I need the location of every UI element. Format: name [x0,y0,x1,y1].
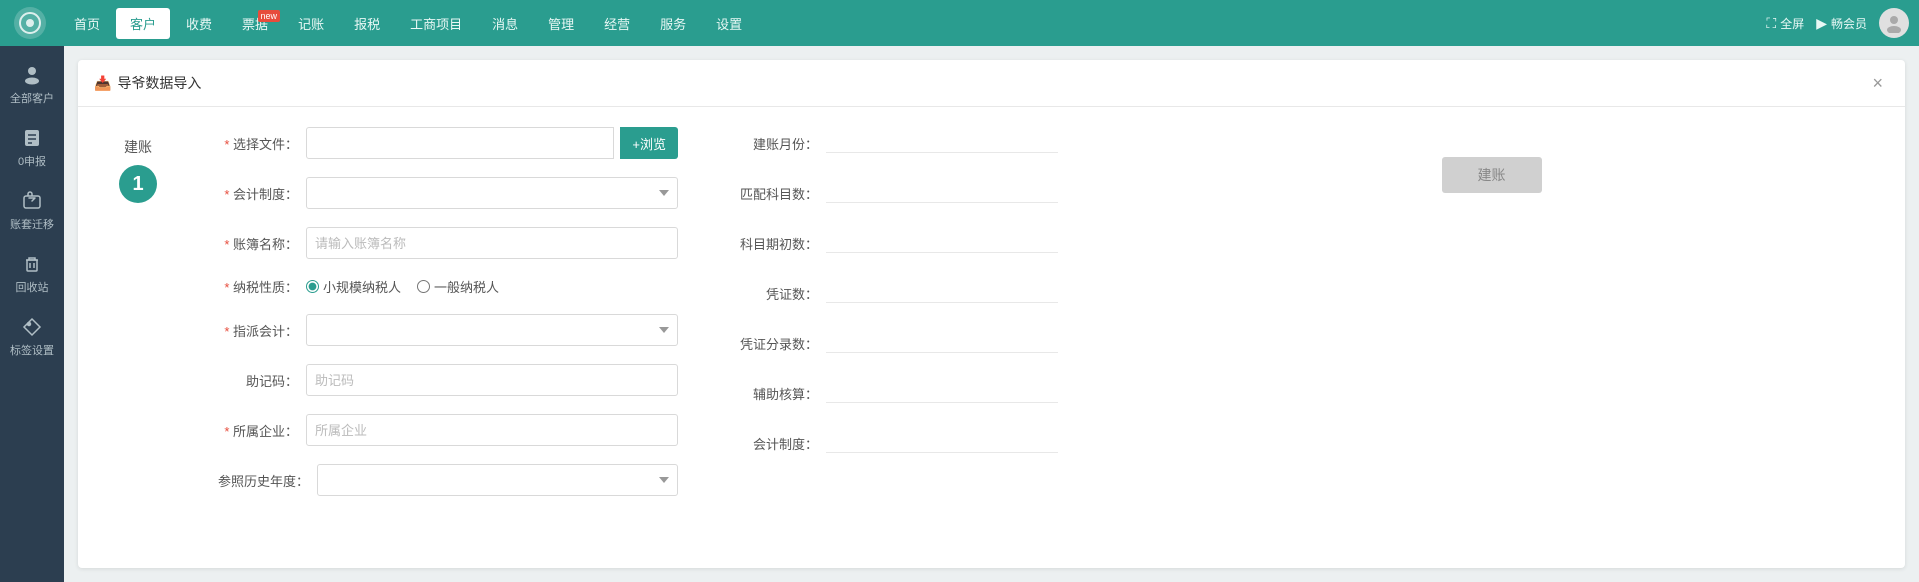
import-icon: 📥 [94,75,111,92]
dialog-container: 📥 导爷数据导入 × 建账 1 选择文件： [78,60,1905,568]
aux-accounting-row: 辅助核算： [718,377,1058,409]
tax-nature-radio-group: 小规模纳税人 一般纳税人 [306,277,499,296]
nav-item-home[interactable]: 首页 [60,8,114,39]
accounting-system2-row: 会计制度： [718,427,1058,459]
radio-general-taxpayer[interactable]: 一般纳税人 [417,277,499,296]
aux-accounting-label: 辅助核算： [718,384,818,403]
info-panel: 建账月份： 匹配科目数： 科目期初数： 凭证数： [698,127,1078,514]
nav-item-customers[interactable]: 客户 [116,8,170,39]
recycle-icon [21,253,43,275]
ref-history-year-select[interactable] [317,464,678,496]
memo-code-input[interactable] [306,364,678,396]
assign-accountant-label: 指派会计： [218,321,298,340]
voucher-records-row: 凭证分录数： [718,327,1058,359]
nav-item-billing[interactable]: 收费 [172,8,226,39]
voucher-count-row: 凭证数： [718,277,1058,309]
affiliated-company-input[interactable] [306,414,678,446]
app-logo[interactable] [10,3,50,43]
ref-history-year-row: 参照历史年度： [218,464,678,496]
top-navigation: 首页 客户 收费 票据 new 记账 报税 工商项目 消息 管理 经营 服务 设… [0,0,1919,46]
vip-button[interactable]: ▶ 畅会员 [1816,15,1867,32]
match-subjects-label: 匹配科目数： [718,184,818,203]
dialog-body: 建账 1 选择文件： +浏览 会计制度： [78,107,1905,534]
main-layout: 全部客户 0申报 账套迁移 回收站 标签设置 [0,46,1919,582]
accounting-system-select[interactable] [306,177,678,209]
accounting-system-label: 会计制度： [218,184,298,203]
tag-settings-icon [21,316,43,338]
tax-nature-row: 纳税性质： 小规模纳税人 一般纳税人 [218,277,678,296]
file-input-row: +浏览 [306,127,678,159]
fullscreen-icon: ⛶ [1766,15,1776,32]
assign-accountant-row: 指派会计： [218,314,678,346]
tax-nature-label: 纳税性质： [218,277,298,296]
content-area: 📥 导爷数据导入 × 建账 1 选择文件： [64,46,1919,582]
sidebar-item-recycle[interactable]: 回收站 [4,245,60,303]
nav-item-ledger[interactable]: 记账 [284,8,338,39]
fullscreen-button[interactable]: ⛶ 全屏 [1766,15,1804,32]
create-month-value [826,133,1058,153]
period-init-label: 科目期初数： [718,234,818,253]
affiliated-company-row: 所属企业： [218,414,678,446]
aux-accounting-value [826,383,1058,403]
file-select-row: 选择文件： +浏览 [218,127,678,159]
create-btn-area: 建账 [1078,127,1905,514]
nav-item-management[interactable]: 管理 [534,8,588,39]
browse-button[interactable]: +浏览 [620,127,678,159]
ref-history-year-label: 参照历史年度： [218,471,309,490]
voucher-count-value [826,283,1058,303]
step-section: 建账 1 [78,127,198,514]
dialog-header: 📥 导爷数据导入 × [78,60,1905,107]
file-text-input[interactable] [306,127,614,159]
create-account-button[interactable]: 建账 [1442,157,1542,193]
declare-icon [21,127,43,149]
nav-item-bizprojects[interactable]: 工商项目 [396,8,476,39]
memo-code-row: 助记码： [218,364,678,396]
step-number: 1 [119,165,157,203]
affiliated-company-label: 所属企业： [218,421,298,440]
accounting-system2-value [826,433,1058,453]
sidebar-item-declare[interactable]: 0申报 [4,119,60,177]
file-label: 选择文件： [218,134,298,153]
nav-item-tax[interactable]: 报税 [340,8,394,39]
all-clients-icon [21,64,43,86]
nav-item-invoices[interactable]: 票据 new [228,8,282,39]
vip-icon: ▶ [1816,15,1827,32]
form-section: 选择文件： +浏览 会计制度： [198,127,698,514]
voucher-count-label: 凭证数： [718,284,818,303]
nav-item-messages[interactable]: 消息 [478,8,532,39]
match-subjects-value [826,183,1058,203]
step-label: 建账 [124,137,152,157]
accounting-system2-label: 会计制度： [718,434,818,453]
nav-right-area: ⛶ 全屏 ▶ 畅会员 [1766,8,1909,38]
sidebar-item-tag-settings[interactable]: 标签设置 [4,308,60,366]
period-init-value [826,233,1058,253]
close-button[interactable]: × [1866,72,1889,94]
nav-item-services[interactable]: 服务 [646,8,700,39]
period-init-row: 科目期初数： [718,227,1058,259]
ledger-name-label: 账簿名称： [218,234,298,253]
radio-general-taxpayer-input[interactable] [417,280,430,293]
ledger-name-row: 账簿名称： [218,227,678,259]
ledger-name-input[interactable] [306,227,678,259]
sidebar: 全部客户 0申报 账套迁移 回收站 标签设置 [0,46,64,582]
match-subjects-row: 匹配科目数： [718,177,1058,209]
dialog-title: 📥 导爷数据导入 [94,73,201,93]
sidebar-item-all-clients[interactable]: 全部客户 [4,56,60,114]
create-month-row: 建账月份： [718,127,1058,159]
assign-accountant-select[interactable] [306,314,678,346]
voucher-records-value [826,333,1058,353]
account-migrate-icon [21,190,43,212]
nav-menu: 首页 客户 收费 票据 new 记账 报税 工商项目 消息 管理 经营 服务 设… [60,8,1766,39]
nav-item-finance[interactable]: 经营 [590,8,644,39]
create-month-label: 建账月份： [718,134,818,153]
voucher-records-label: 凭证分录数： [718,334,818,353]
radio-small-taxpayer[interactable]: 小规模纳税人 [306,277,401,296]
nav-badge-new: new [258,10,281,23]
radio-small-taxpayer-input[interactable] [306,280,319,293]
accounting-system-row: 会计制度： [218,177,678,209]
avatar[interactable] [1879,8,1909,38]
nav-item-settings[interactable]: 设置 [702,8,756,39]
sidebar-item-account-migrate[interactable]: 账套迁移 [4,182,60,240]
memo-code-label: 助记码： [218,371,298,390]
